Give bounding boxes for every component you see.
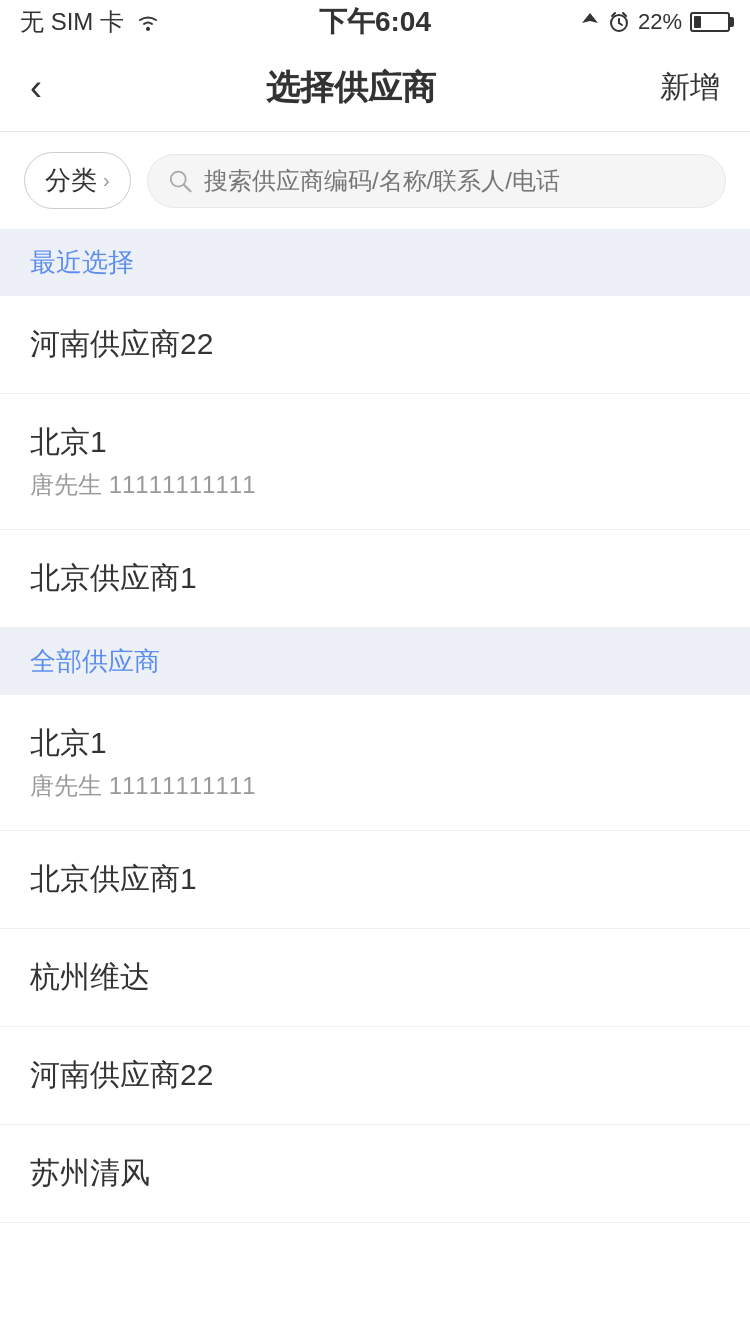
recent-items-list: 河南供应商22 北京1 唐先生 11111111111 北京供应商1: [0, 296, 750, 628]
status-left: 无 SIM 卡: [20, 6, 162, 38]
svg-point-0: [146, 27, 150, 31]
list-item[interactable]: 北京供应商1: [0, 530, 750, 628]
status-right: 22%: [580, 9, 730, 35]
item-name: 河南供应商22: [30, 324, 720, 365]
item-detail: 唐先生 11111111111: [30, 469, 720, 501]
location-icon: [580, 11, 600, 33]
recent-section-label: 最近选择: [30, 247, 134, 277]
chevron-right-icon: ›: [103, 169, 110, 192]
item-name: 北京1: [30, 422, 720, 463]
list-item[interactable]: 北京供应商1: [0, 831, 750, 929]
svg-line-3: [619, 23, 622, 25]
item-name: 北京供应商1: [30, 558, 720, 599]
all-items-list: 北京1 唐先生 11111111111 北京供应商1 杭州维达 河南供应商22 …: [0, 695, 750, 1223]
list-item[interactable]: 河南供应商22: [0, 296, 750, 394]
search-icon: [168, 168, 192, 194]
list-item[interactable]: 杭州维达: [0, 929, 750, 1027]
back-button[interactable]: ‹: [30, 67, 42, 109]
category-label: 分类: [45, 163, 97, 198]
new-add-button[interactable]: 新增: [660, 67, 720, 108]
battery-icon: [690, 12, 730, 32]
wifi-icon: [134, 12, 162, 32]
status-time: 下午6:04: [319, 3, 431, 41]
recent-section-header: 最近选择: [0, 229, 750, 296]
all-section-header: 全部供应商: [0, 628, 750, 695]
svg-line-7: [184, 184, 191, 191]
list-item[interactable]: 苏州清风: [0, 1125, 750, 1223]
all-section-label: 全部供应商: [30, 646, 160, 676]
filter-bar: 分类 ›: [0, 132, 750, 229]
item-name: 北京供应商1: [30, 859, 720, 900]
list-item[interactable]: 北京1 唐先生 11111111111: [0, 695, 750, 831]
nav-bar: ‹ 选择供应商 新增: [0, 44, 750, 132]
status-bar: 无 SIM 卡 下午6:04 22%: [0, 0, 750, 44]
sim-status: 无 SIM 卡: [20, 6, 124, 38]
item-name: 苏州清风: [30, 1153, 720, 1194]
category-button[interactable]: 分类 ›: [24, 152, 131, 209]
item-name: 杭州维达: [30, 957, 720, 998]
list-item[interactable]: 河南供应商22: [0, 1027, 750, 1125]
nav-title: 选择供应商: [266, 65, 436, 111]
search-input[interactable]: [204, 167, 705, 195]
list-item[interactable]: 北京1 唐先生 11111111111: [0, 394, 750, 530]
item-name: 北京1: [30, 723, 720, 764]
item-detail: 唐先生 11111111111: [30, 770, 720, 802]
alarm-icon: [608, 11, 630, 33]
battery-percentage: 22%: [638, 9, 682, 35]
search-box[interactable]: [147, 154, 726, 208]
item-name: 河南供应商22: [30, 1055, 720, 1096]
